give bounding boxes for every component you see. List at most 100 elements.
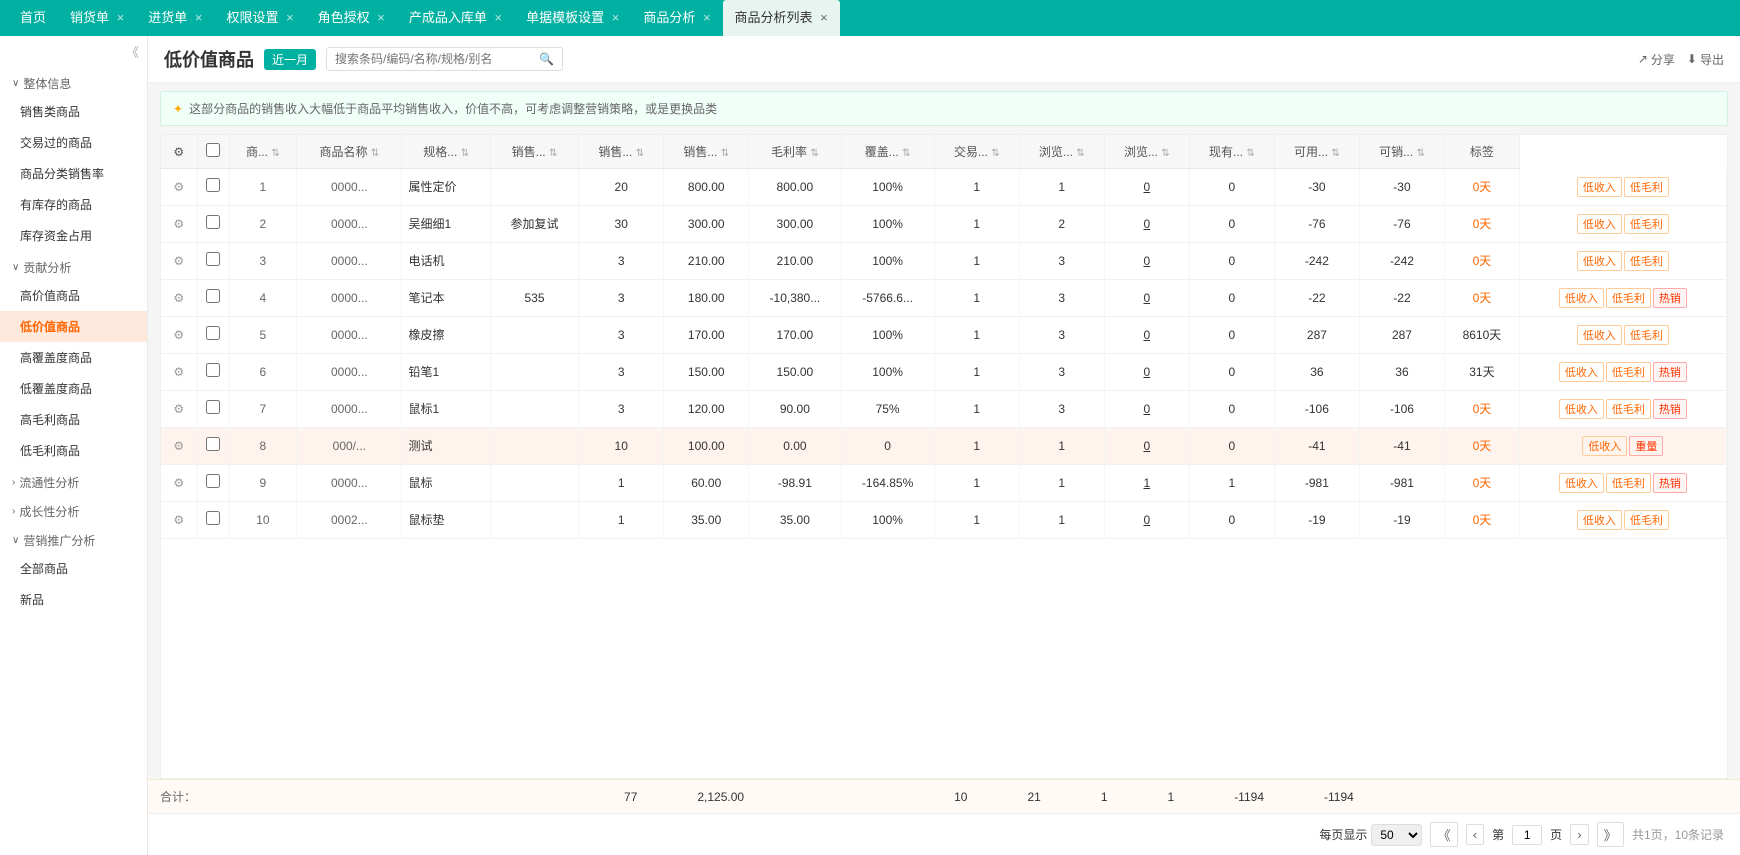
col-spec[interactable]: 规格... ⇅ — [402, 135, 490, 169]
nav-product-in[interactable]: 产成品入库单 × — [397, 0, 514, 36]
cell-check[interactable] — [197, 242, 229, 279]
nav-sales[interactable]: 销货单 × — [58, 0, 136, 36]
row-checkbox[interactable] — [206, 289, 220, 303]
cell-browse1[interactable]: 0 — [1104, 279, 1189, 316]
cell-check[interactable] — [197, 169, 229, 206]
cell-check[interactable] — [197, 279, 229, 316]
col-gear[interactable]: ⚙ — [161, 135, 197, 169]
browse1-link[interactable]: 0 — [1143, 217, 1150, 231]
sidebar-item-sales-products[interactable]: 销售类商品 — [0, 96, 147, 127]
cell-gear[interactable]: ⚙ — [161, 279, 197, 316]
cell-browse1[interactable]: 1 — [1104, 464, 1189, 501]
sidebar-item-all-products[interactable]: 全部商品 — [0, 553, 147, 584]
row-checkbox[interactable] — [206, 474, 220, 488]
select-all-checkbox[interactable] — [206, 143, 220, 157]
cell-check[interactable] — [197, 464, 229, 501]
next-page-btn[interactable]: › — [1570, 824, 1588, 845]
sidebar-item-new-products[interactable]: 新品 — [0, 584, 147, 615]
row-checkbox[interactable] — [206, 326, 220, 340]
cell-browse1[interactable]: 0 — [1104, 169, 1189, 206]
first-page-btn[interactable]: 《 — [1430, 822, 1457, 847]
cell-browse1[interactable]: 0 — [1104, 427, 1189, 464]
cell-check[interactable] — [197, 353, 229, 390]
search-icon[interactable]: 🔍 — [539, 52, 554, 66]
sidebar-item-stocked[interactable]: 有库存的商品 — [0, 189, 147, 220]
close-icon[interactable]: × — [286, 10, 294, 25]
browse1-link[interactable]: 0 — [1143, 365, 1150, 379]
cell-gear[interactable]: ⚙ — [161, 242, 197, 279]
cell-gear[interactable]: ⚙ — [161, 501, 197, 538]
row-checkbox[interactable] — [206, 363, 220, 377]
browse1-link[interactable]: 0 — [1143, 180, 1150, 194]
sidebar-group-marketing-title[interactable]: ∨ 营销推广分析 — [0, 524, 147, 553]
close-icon[interactable]: × — [703, 10, 711, 25]
browse1-link[interactable]: 1 — [1143, 476, 1150, 490]
nav-template[interactable]: 单据模板设置 × — [514, 0, 631, 36]
browse1-link[interactable]: 0 — [1143, 254, 1150, 268]
col-sale-price[interactable]: 销售... ⇅ — [579, 135, 664, 169]
cell-browse1[interactable]: 0 — [1104, 390, 1189, 427]
page-number-input[interactable] — [1512, 825, 1542, 845]
sidebar-item-high-value[interactable]: 高价值商品 — [0, 280, 147, 311]
sidebar-group-growth-title[interactable]: › 成长性分析 — [0, 495, 147, 524]
cell-check[interactable] — [197, 316, 229, 353]
close-icon[interactable]: × — [495, 10, 503, 25]
settings-icon[interactable]: ⚙ — [173, 291, 184, 305]
nav-home[interactable]: 首页 — [8, 0, 58, 36]
col-available[interactable]: 可用... ⇅ — [1274, 135, 1359, 169]
settings-icon[interactable]: ⚙ — [173, 365, 184, 379]
col-coverage[interactable]: 覆盖... ⇅ — [841, 135, 934, 169]
prev-page-btn[interactable]: ‹ — [1466, 824, 1484, 845]
row-checkbox[interactable] — [206, 511, 220, 525]
cell-check[interactable] — [197, 390, 229, 427]
col-sale-qty[interactable]: 销售... ⇅ — [490, 135, 578, 169]
row-checkbox[interactable] — [206, 178, 220, 192]
cell-browse1[interactable]: 0 — [1104, 242, 1189, 279]
close-icon[interactable]: × — [612, 10, 620, 25]
search-input[interactable] — [335, 52, 535, 66]
sidebar-item-low-margin[interactable]: 低毛利商品 — [0, 435, 147, 466]
close-icon[interactable]: × — [117, 10, 125, 25]
col-sale-amount[interactable]: 销售... ⇅ — [664, 135, 749, 169]
browse1-link[interactable]: 0 — [1143, 291, 1150, 305]
nav-permissions[interactable]: 权限设置 × — [214, 0, 305, 36]
row-checkbox[interactable] — [206, 437, 220, 451]
sidebar-item-traded[interactable]: 交易过的商品 — [0, 127, 147, 158]
row-checkbox[interactable] — [206, 215, 220, 229]
browse1-link[interactable]: 0 — [1143, 513, 1150, 527]
time-badge[interactable]: 近一月 — [264, 49, 316, 70]
sidebar-item-high-margin[interactable]: 高毛利商品 — [0, 404, 147, 435]
row-checkbox[interactable] — [206, 252, 220, 266]
sidebar-group-liquidity-title[interactable]: › 流通性分析 — [0, 466, 147, 495]
sidebar-item-category-rate[interactable]: 商品分类销售率 — [0, 158, 147, 189]
col-browse2[interactable]: 浏览... ⇅ — [1104, 135, 1189, 169]
sidebar-item-low-value[interactable]: 低价值商品 — [0, 311, 147, 342]
cell-gear[interactable]: ⚙ — [161, 205, 197, 242]
nav-roles[interactable]: 角色授权 × — [306, 0, 397, 36]
browse1-link[interactable]: 0 — [1143, 328, 1150, 342]
browse1-link[interactable]: 0 — [1143, 439, 1150, 453]
settings-icon[interactable]: ⚙ — [173, 180, 184, 194]
cell-gear[interactable]: ⚙ — [161, 390, 197, 427]
settings-icon[interactable]: ⚙ — [173, 217, 184, 231]
cell-check[interactable] — [197, 205, 229, 242]
col-browse1[interactable]: 浏览... ⇅ — [1019, 135, 1104, 169]
settings-icon[interactable]: ⚙ — [173, 328, 184, 342]
browse1-link[interactable]: 0 — [1143, 402, 1150, 416]
row-checkbox[interactable] — [206, 400, 220, 414]
col-margin[interactable]: 毛利率 ⇅ — [749, 135, 841, 169]
nav-goods-analysis-list[interactable]: 商品分析列表 × — [723, 0, 840, 36]
cell-gear[interactable]: ⚙ — [161, 316, 197, 353]
cell-browse1[interactable]: 0 — [1104, 316, 1189, 353]
settings-icon[interactable]: ⚙ — [173, 402, 184, 416]
col-code[interactable]: 商... ⇅ — [229, 135, 297, 169]
last-page-btn[interactable]: 》 — [1597, 822, 1624, 847]
cell-gear[interactable]: ⚙ — [161, 464, 197, 501]
export-button[interactable]: ⬇ 导出 — [1687, 51, 1724, 68]
settings-icon[interactable]: ⚙ — [173, 513, 184, 527]
col-trade[interactable]: 交易... ⇅ — [934, 135, 1019, 169]
share-button[interactable]: ↗ 分享 — [1638, 51, 1675, 68]
col-saleable[interactable]: 可销... ⇅ — [1359, 135, 1444, 169]
close-icon[interactable]: × — [195, 10, 203, 25]
sidebar-collapse-btn[interactable]: 《 — [126, 42, 139, 61]
